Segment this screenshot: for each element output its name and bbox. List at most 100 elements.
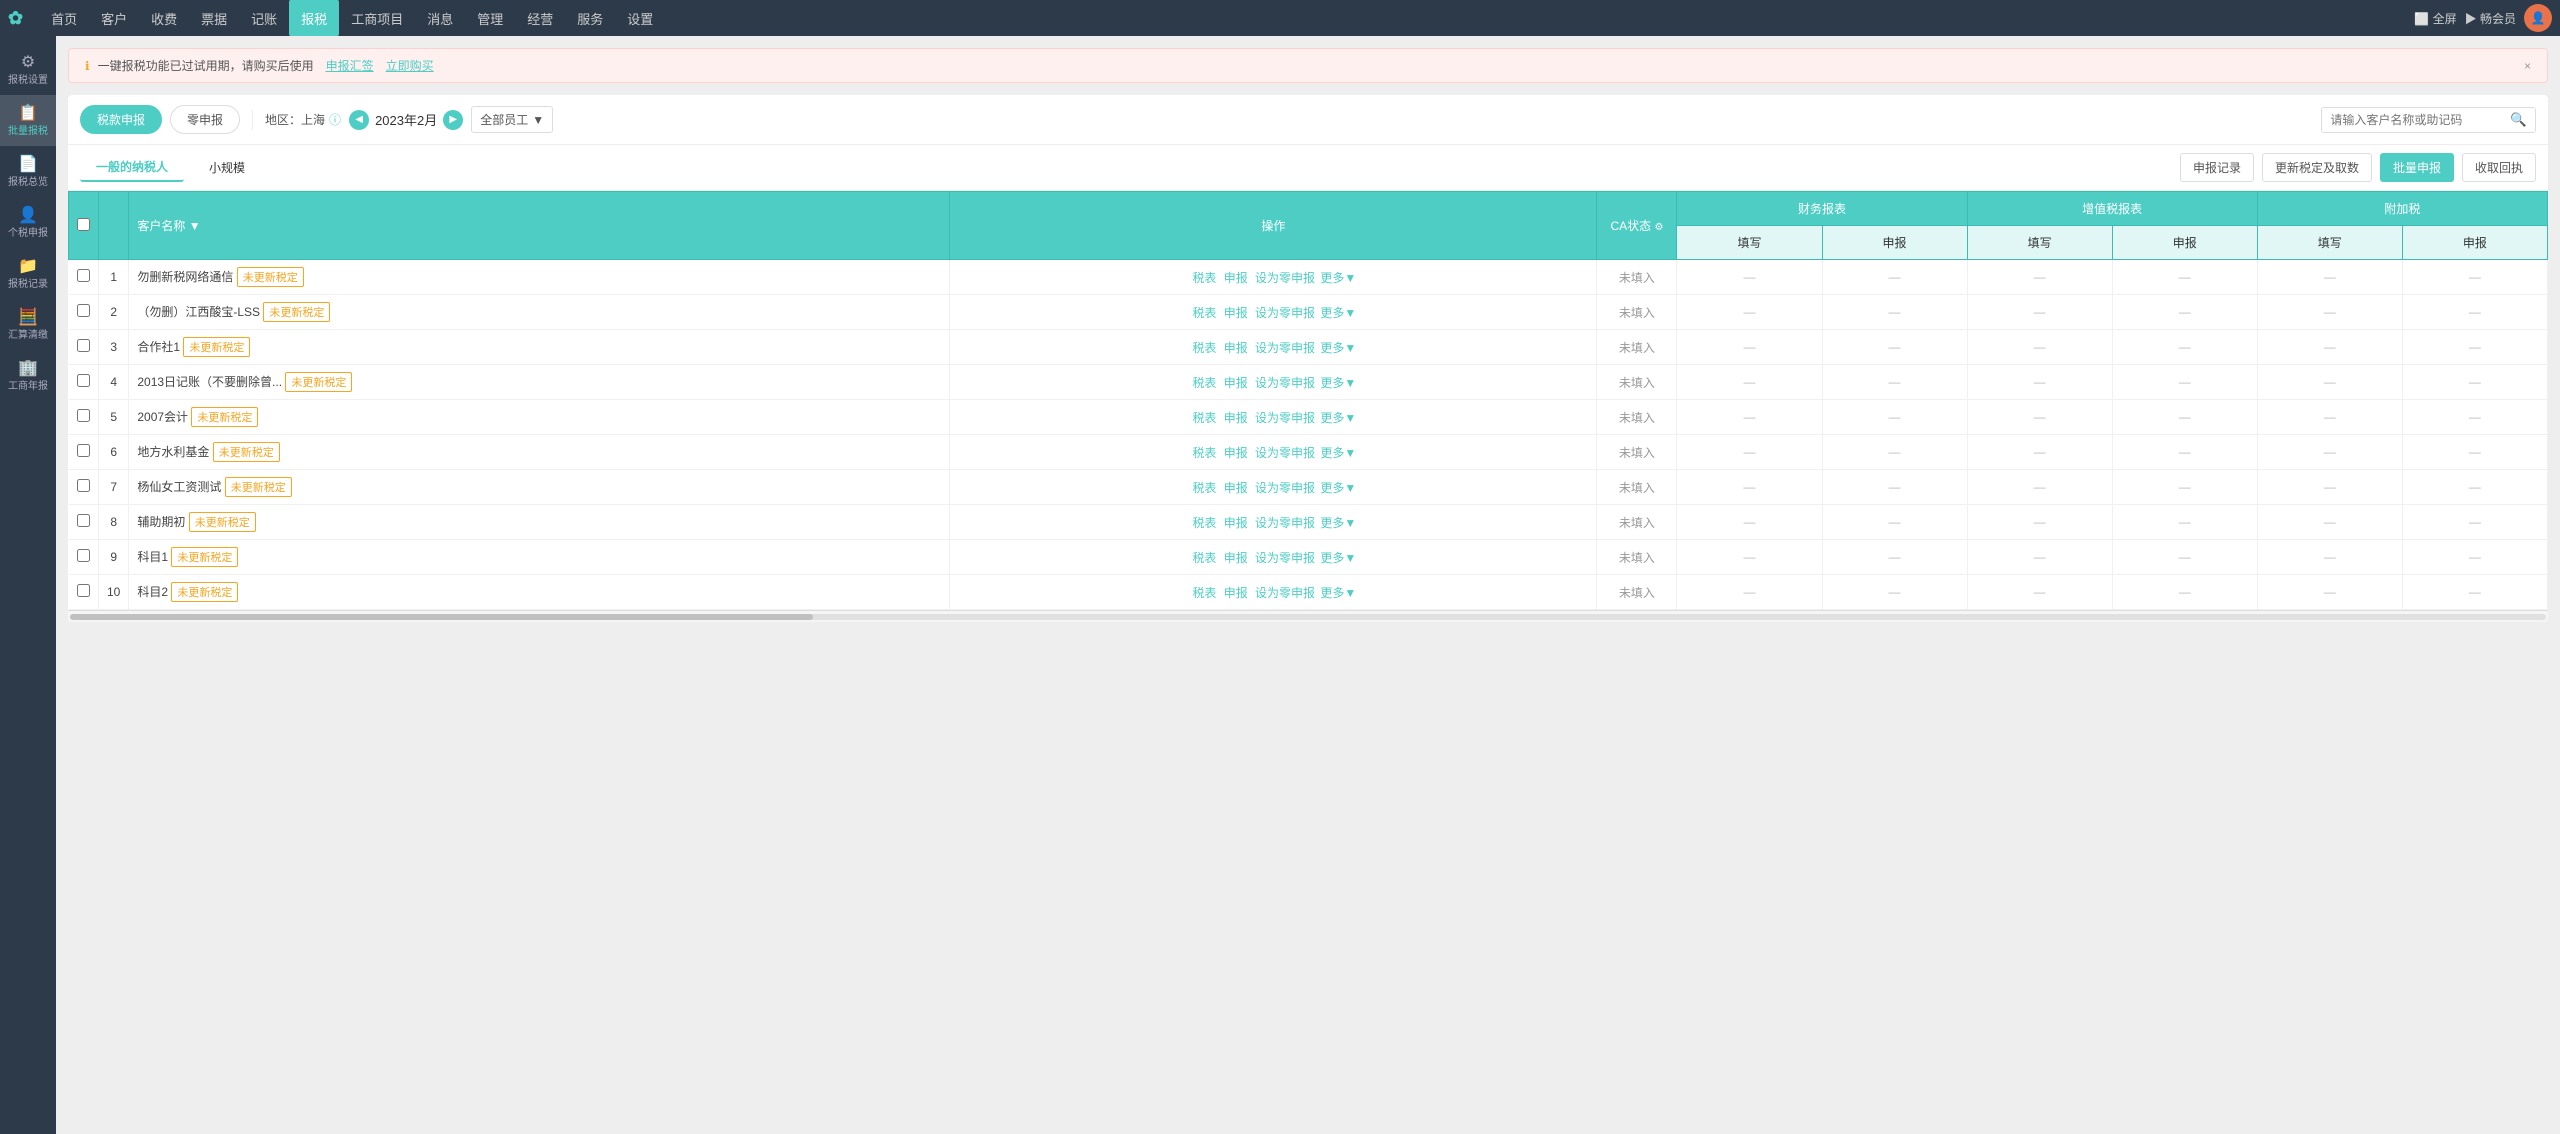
op-more[interactable]: 更多▼ [1320,271,1356,285]
op-zero-declare[interactable]: 设为零申报 [1255,516,1315,530]
op-zero-declare[interactable]: 设为零申报 [1255,341,1315,355]
op-zero-declare[interactable]: 设为零申报 [1255,551,1315,565]
select-all-checkbox[interactable] [77,218,90,231]
banner-link-declaration[interactable]: 申报汇签 [326,57,374,74]
nav-service[interactable]: 服务 [565,0,615,36]
op-tax-form[interactable]: 税表 [1192,411,1216,425]
date-prev-btn[interactable]: ◀ [349,110,369,130]
banner-close-btn[interactable]: × [2524,59,2531,73]
row-checkbox[interactable] [77,444,90,457]
op-declare[interactable]: 申报 [1224,481,1248,495]
row-checkbox[interactable] [77,584,90,597]
sidebar-item-tax-overview[interactable]: 📄 报税总览 [0,146,56,197]
nav-manage[interactable]: 管理 [465,0,515,36]
sidebar-item-batch-tax[interactable]: 📋 批量报税 [0,95,56,146]
sort-icon[interactable]: ▼ [189,219,201,233]
row-checkbox[interactable] [77,409,90,422]
op-more[interactable]: 更多▼ [1320,516,1356,530]
declaration-record-btn[interactable]: 申报记录 [2180,153,2254,182]
row-checkbox[interactable] [77,304,90,317]
row-name: 地方水利基金 未更新税定 [129,435,950,470]
op-declare[interactable]: 申报 [1224,306,1248,320]
row-name: 辅助期初 未更新税定 [129,505,950,540]
sub-tab-general[interactable]: 一般的纳税人 [80,153,184,182]
client-name-text: 科目1 [137,550,168,564]
nav-tax[interactable]: 报税 [289,0,339,36]
op-more[interactable]: 更多▼ [1320,586,1356,600]
row-checkbox[interactable] [77,514,90,527]
nav-settings[interactable]: 设置 [615,0,665,36]
sidebar-item-annual-settlement[interactable]: 🧮 汇算清缴 [0,299,56,350]
op-zero-declare[interactable]: 设为零申报 [1255,411,1315,425]
row-checkbox[interactable] [77,549,90,562]
nav-business[interactable]: 工商项目 [339,0,415,36]
op-more[interactable]: 更多▼ [1320,376,1356,390]
sidebar-item-tax-settings[interactable]: ⚙ 报税设置 [0,44,56,95]
tab-tax-declaration[interactable]: 税款申报 [80,105,162,134]
op-zero-declare[interactable]: 设为零申报 [1255,481,1315,495]
op-more[interactable]: 更多▼ [1320,551,1356,565]
op-zero-declare[interactable]: 设为零申报 [1255,306,1315,320]
nav-invoice[interactable]: 票据 [189,0,239,36]
search-input[interactable] [2322,109,2502,131]
row-checkbox[interactable] [77,339,90,352]
avatar[interactable]: 👤 [2524,4,2552,32]
op-tax-form[interactable]: 税表 [1192,446,1216,460]
op-tax-form[interactable]: 税表 [1192,271,1216,285]
member-btn[interactable]: ▶ 畅会员 [2465,10,2516,27]
row-checkbox[interactable] [77,269,90,282]
fullscreen-btn[interactable]: ⬜ 全屏 [2414,10,2456,27]
horizontal-scrollbar[interactable] [68,610,2548,622]
tab-zero-declaration[interactable]: 零申报 [170,105,240,134]
sidebar-item-personal-tax[interactable]: 👤 个税申报 [0,197,56,248]
date-next-btn[interactable]: ▶ [443,110,463,130]
op-tax-form[interactable]: 税表 [1192,551,1216,565]
row-checkbox-cell [69,260,99,295]
op-more[interactable]: 更多▼ [1320,481,1356,495]
op-tax-form[interactable]: 税表 [1192,516,1216,530]
op-more[interactable]: 更多▼ [1320,411,1356,425]
nav-accounting[interactable]: 记账 [239,0,289,36]
op-zero-declare[interactable]: 设为零申报 [1255,376,1315,390]
op-declare[interactable]: 申报 [1224,516,1248,530]
sidebar-item-tax-records[interactable]: 📁 报税记录 [0,248,56,299]
op-tax-form[interactable]: 税表 [1192,376,1216,390]
nav-customer[interactable]: 客户 [89,0,139,36]
op-more[interactable]: 更多▼ [1320,341,1356,355]
update-tax-btn[interactable]: 更新税定及取数 [2262,153,2372,182]
op-declare[interactable]: 申报 [1224,271,1248,285]
collect-receipt-btn[interactable]: 收取回执 [2462,153,2536,182]
op-declare[interactable]: 申报 [1224,551,1248,565]
op-tax-form[interactable]: 税表 [1192,306,1216,320]
sub-tab-small[interactable]: 小规模 [192,153,262,182]
banner-link-purchase[interactable]: 立即购买 [386,57,434,74]
op-zero-declare[interactable]: 设为零申报 [1255,446,1315,460]
row-finance-fill: — [1677,365,1822,400]
row-checkbox[interactable] [77,479,90,492]
op-declare[interactable]: 申报 [1224,586,1248,600]
op-declare[interactable]: 申报 [1224,376,1248,390]
nav-operation[interactable]: 经营 [515,0,565,36]
batch-declare-btn[interactable]: 批量申报 [2380,153,2454,182]
nav-message[interactable]: 消息 [415,0,465,36]
op-declare[interactable]: 申报 [1224,411,1248,425]
op-tax-form[interactable]: 税表 [1192,586,1216,600]
op-zero-declare[interactable]: 设为零申报 [1255,271,1315,285]
sidebar-item-annual-report[interactable]: 🏢 工商年报 [0,350,56,401]
op-declare[interactable]: 申报 [1224,341,1248,355]
op-tax-form[interactable]: 税表 [1192,341,1216,355]
sidebar-label-annual-report: 工商年报 [8,381,48,393]
scrollbar-thumb[interactable] [70,614,813,620]
row-checkbox[interactable] [77,374,90,387]
op-tax-form[interactable]: 税表 [1192,481,1216,495]
op-zero-declare[interactable]: 设为零申报 [1255,586,1315,600]
info-icon[interactable]: ⓘ [329,111,341,128]
nav-home[interactable]: 首页 [39,0,89,36]
op-more[interactable]: 更多▼ [1320,306,1356,320]
nav-charge[interactable]: 收费 [139,0,189,36]
staff-select[interactable]: 全部员工 ▼ [471,106,553,133]
row-tax-fill: — [1967,435,2112,470]
search-button[interactable]: 🔍 [2502,108,2535,132]
op-more[interactable]: 更多▼ [1320,446,1356,460]
op-declare[interactable]: 申报 [1224,446,1248,460]
